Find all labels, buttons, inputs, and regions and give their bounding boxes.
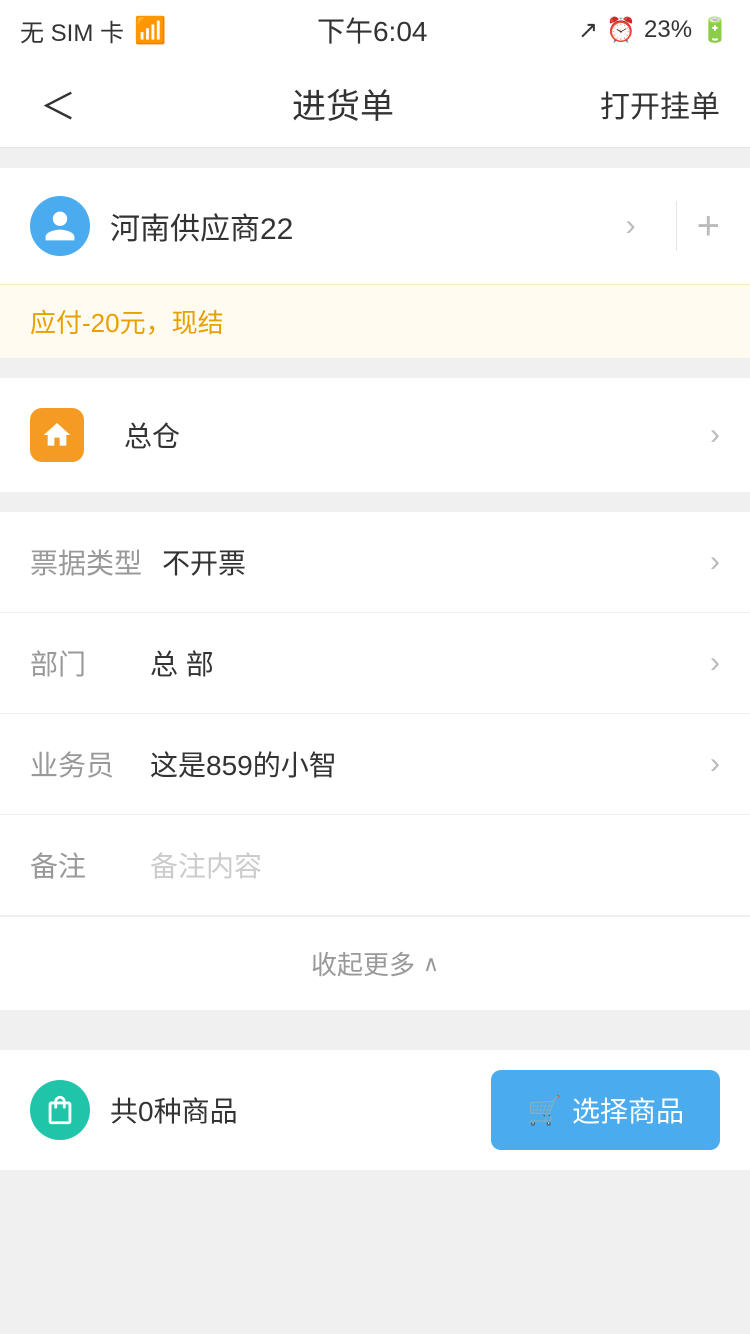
supplier-divider: [676, 201, 677, 251]
bottom-bar: 共0种商品 🛒 选择商品: [0, 1050, 750, 1170]
supplier-row[interactable]: 河南供应商22 › +: [0, 168, 750, 284]
salesperson-row[interactable]: 业务员 这是859的小智 ›: [0, 714, 750, 815]
product-count-label: 共0种商品: [110, 1090, 491, 1130]
salesperson-chevron-icon: ›: [710, 747, 720, 781]
warehouse-card: 总仓 ›: [0, 378, 750, 492]
gap-4: [0, 1010, 750, 1030]
department-row[interactable]: 部门 总 部 ›: [0, 613, 750, 714]
supplier-chevron-icon: ›: [626, 209, 636, 243]
page-title: 进货单: [292, 79, 394, 128]
invoice-type-chevron-icon: ›: [710, 545, 720, 579]
carrier-label: 无 SIM 卡: [20, 13, 124, 48]
back-button[interactable]: ＜: [30, 68, 86, 140]
collapse-label: 收起更多: [311, 945, 415, 982]
select-product-icon: 🛒: [527, 1094, 562, 1127]
remark-input[interactable]: 备注内容: [150, 845, 720, 885]
open-pending-button[interactable]: 打开挂单: [600, 82, 720, 126]
department-label: 部门: [30, 643, 130, 683]
location-icon: ↗: [578, 16, 598, 45]
supplier-avatar: [30, 196, 90, 256]
shopping-bag-icon: [43, 1093, 77, 1127]
product-icon-box: [30, 1080, 90, 1140]
invoice-type-label: 票据类型: [30, 542, 142, 582]
remark-label: 备注: [30, 845, 130, 885]
select-product-label: 选择商品: [572, 1090, 684, 1130]
collapse-arrow-icon: ∧: [423, 951, 439, 977]
gap-3: [0, 492, 750, 512]
collapse-row[interactable]: 收起更多 ∧: [0, 916, 750, 1010]
supplier-card: 河南供应商22 › + 应付-20元，现结: [0, 168, 750, 358]
gap-1: [0, 148, 750, 168]
warehouse-icon: [41, 419, 73, 451]
warehouse-icon-box: [30, 408, 84, 462]
wifi-icon: 📶: [134, 15, 166, 46]
status-left: 无 SIM 卡 📶: [20, 13, 166, 48]
department-value: 总 部: [150, 643, 710, 683]
info-banner: 应付-20元，现结: [0, 284, 750, 358]
salesperson-value: 这是859的小智: [150, 744, 710, 784]
salesperson-label: 业务员: [30, 744, 130, 784]
warehouse-chevron-icon: ›: [710, 418, 720, 452]
battery-icon: 🔋: [700, 16, 730, 45]
invoice-type-value: 不开票: [162, 542, 710, 582]
battery-label: 23%: [644, 16, 692, 44]
status-bar: 无 SIM 卡 📶 下午6:04 ↗ ⏰ 23% 🔋: [0, 0, 750, 60]
add-supplier-button[interactable]: +: [697, 204, 720, 249]
status-right: ↗ ⏰ 23% 🔋: [578, 16, 730, 45]
alarm-icon: ⏰: [606, 16, 636, 45]
status-time: 下午6:04: [317, 10, 428, 50]
invoice-type-row[interactable]: 票据类型 不开票 ›: [0, 512, 750, 613]
fields-card: 票据类型 不开票 › 部门 总 部 › 业务员 这是859的小智 › 备注 备注…: [0, 512, 750, 1010]
supplier-name: 河南供应商22: [110, 204, 626, 248]
select-product-button[interactable]: 🛒 选择商品: [491, 1070, 720, 1150]
gap-2: [0, 358, 750, 378]
warehouse-name: 总仓: [124, 415, 710, 455]
department-chevron-icon: ›: [710, 646, 720, 680]
warehouse-row[interactable]: 总仓 ›: [0, 378, 750, 492]
remark-row[interactable]: 备注 备注内容: [0, 815, 750, 916]
person-icon: [42, 208, 78, 244]
nav-bar: ＜ 进货单 打开挂单: [0, 60, 750, 148]
